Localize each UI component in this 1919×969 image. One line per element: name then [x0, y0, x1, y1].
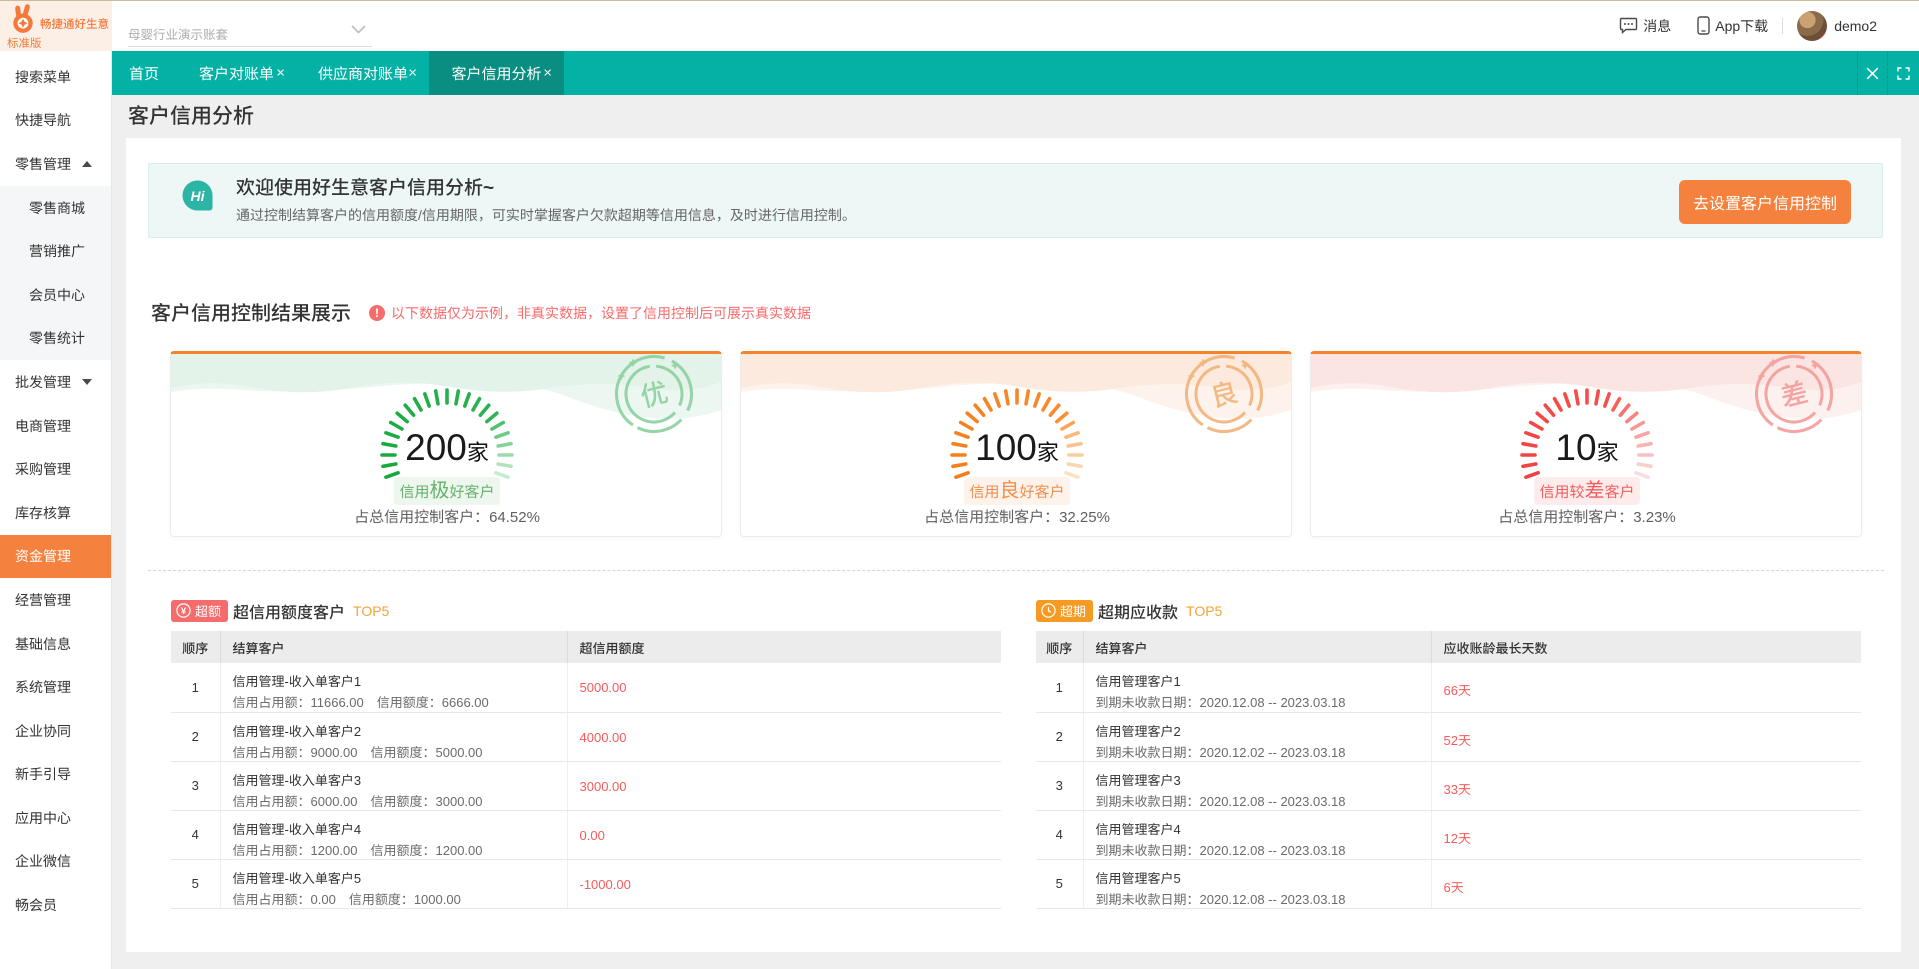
svg-text:¥: ¥	[181, 606, 187, 617]
svg-text:优: 优	[638, 377, 671, 413]
svg-text:良: 良	[1208, 377, 1241, 413]
svg-text:差: 差	[1778, 377, 1811, 413]
svg-text:Hi: Hi	[191, 188, 206, 204]
